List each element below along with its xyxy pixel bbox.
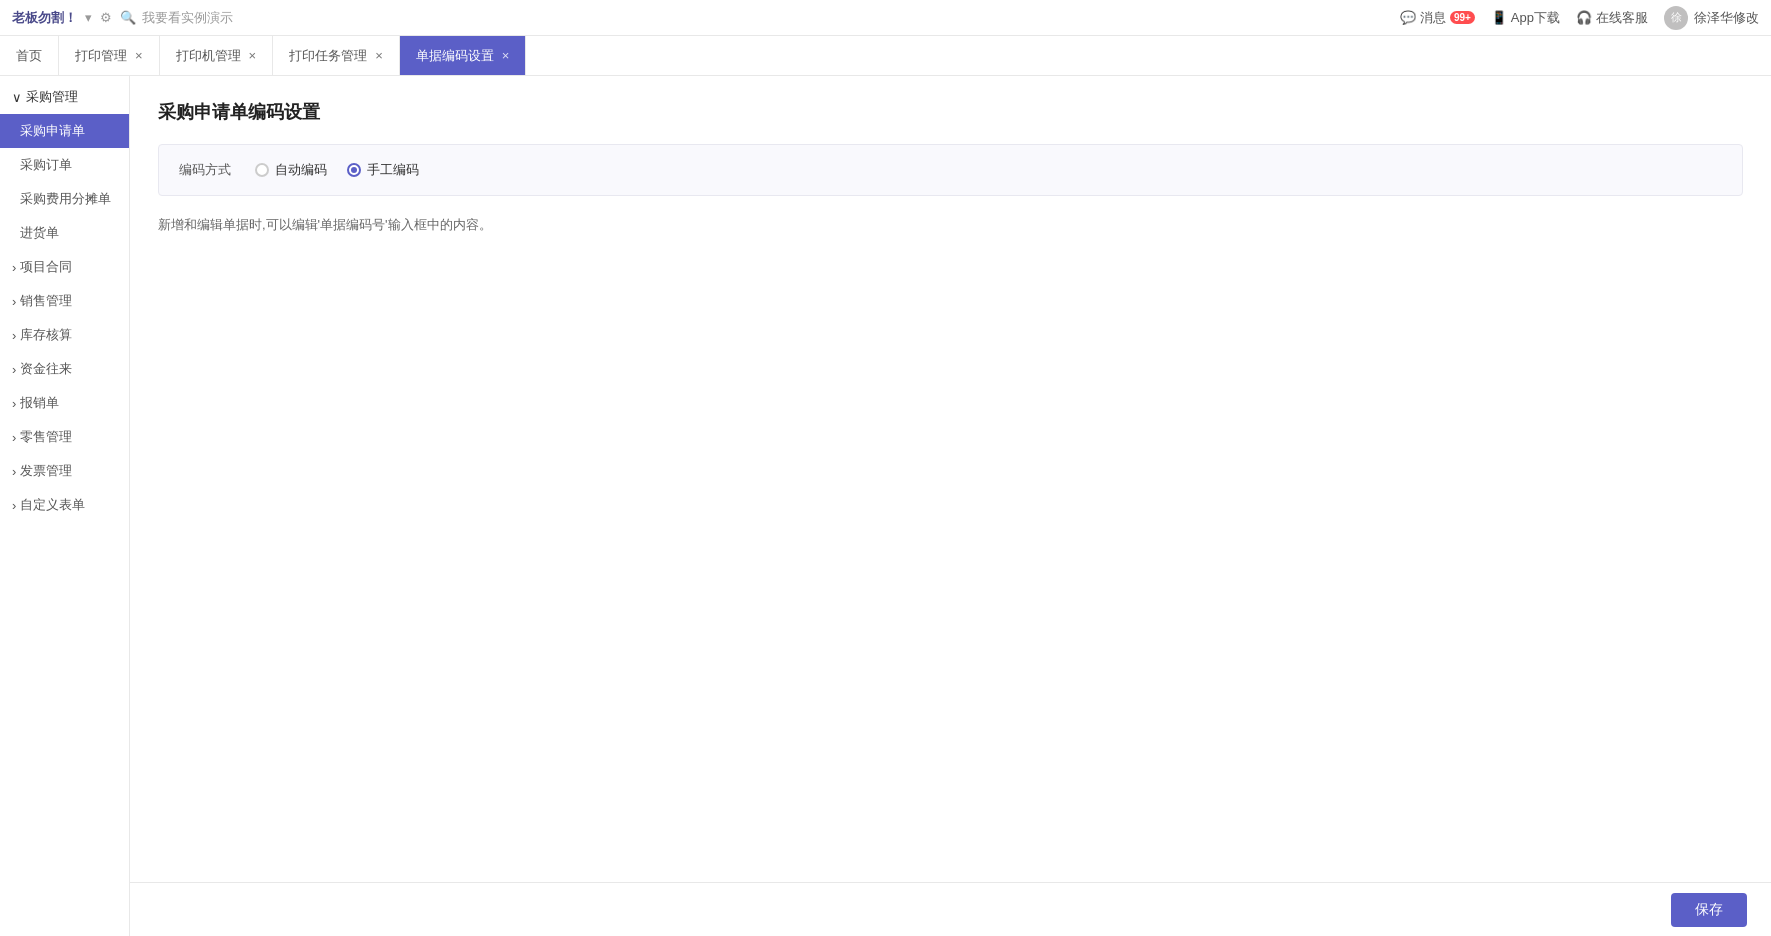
app-download-label: App下载 (1511, 9, 1560, 27)
radio-auto-circle (255, 163, 269, 177)
inventory-chevron-icon: › (12, 328, 16, 343)
tab-print-task-close[interactable]: × (375, 48, 383, 63)
sidebar-item-custom-form[interactable]: › 自定义表单 (0, 488, 129, 522)
encoding-form-section: 编码方式 自动编码 手工编码 (158, 144, 1743, 196)
content-inner: 采购申请单编码设置 编码方式 自动编码 手工编码 新增和编辑单据时,可以编辑'单… (130, 76, 1771, 882)
notification-button[interactable]: 💬 消息 99+ (1400, 9, 1475, 27)
user-info[interactable]: 徐 徐泽华修改 (1664, 6, 1759, 30)
sidebar-item-custom-form-label: 自定义表单 (20, 496, 85, 514)
tab-print-manage[interactable]: 打印管理 × (59, 36, 160, 75)
tab-home[interactable]: 首页 (0, 36, 59, 75)
notification-badge: 99+ (1450, 11, 1475, 24)
retail-chevron-icon: › (12, 430, 16, 445)
sidebar-item-invoice-label: 发票管理 (20, 462, 72, 480)
sidebar-item-inventory[interactable]: › 库存核算 (0, 318, 129, 352)
app-download-button[interactable]: 📱 App下载 (1491, 9, 1560, 27)
tab-barcode-setting-label: 单据编码设置 (416, 47, 494, 65)
search-area[interactable]: 🔍 我要看实例演示 (120, 9, 233, 27)
online-service-button[interactable]: 🎧 在线客服 (1576, 9, 1648, 27)
search-icon: 🔍 (120, 10, 136, 25)
tab-printer-manage-label: 打印机管理 (176, 47, 241, 65)
sidebar-item-purchase-expense-label: 采购费用分摊单 (20, 191, 111, 206)
username: 徐泽华修改 (1694, 9, 1759, 27)
sidebar: ∨ 采购管理 采购申请单 采购订单 采购费用分摊单 进货单 › 项目合同 › 销… (0, 76, 130, 936)
main-layout: ∨ 采购管理 采购申请单 采购订单 采购费用分摊单 进货单 › 项目合同 › 销… (0, 76, 1771, 936)
top-bar: 老板勿割！ ▾ ⚙ 🔍 我要看实例演示 💬 消息 99+ 📱 App下载 🎧 在… (0, 0, 1771, 36)
sidebar-item-retail-label: 零售管理 (20, 428, 72, 446)
sidebar-group-purchase-label: 采购管理 (26, 88, 78, 106)
sidebar-item-inventory-label: 库存核算 (20, 326, 72, 344)
online-service-label: 在线客服 (1596, 9, 1648, 27)
tab-home-label: 首页 (16, 47, 42, 65)
top-bar-right: 💬 消息 99+ 📱 App下载 🎧 在线客服 徐 徐泽华修改 (1400, 6, 1759, 30)
invoice-chevron-icon: › (12, 464, 16, 479)
sidebar-item-purchase-order-label: 采购订单 (20, 157, 72, 172)
sidebar-item-project-contract[interactable]: › 项目合同 (0, 250, 129, 284)
radio-auto-code[interactable]: 自动编码 (255, 161, 327, 179)
tab-barcode-setting[interactable]: 单据编码设置 × (400, 36, 527, 75)
gear-icon[interactable]: ⚙ (100, 10, 112, 25)
sidebar-item-return-label: 报销单 (20, 394, 59, 412)
sidebar-item-project-contract-label: 项目合同 (20, 258, 72, 276)
sidebar-item-stock-in[interactable]: 进货单 (0, 216, 129, 250)
save-button[interactable]: 保存 (1671, 893, 1747, 927)
tab-bar: 首页 打印管理 × 打印机管理 × 打印任务管理 × 单据编码设置 × (0, 36, 1771, 76)
purchase-chevron-icon: ∨ (12, 90, 22, 105)
encoding-label: 编码方式 (179, 161, 231, 179)
radio-manual-label: 手工编码 (367, 161, 419, 179)
sidebar-item-purchase-request[interactable]: 采购申请单 (0, 114, 129, 148)
tab-print-manage-label: 打印管理 (75, 47, 127, 65)
content-footer: 保存 (130, 882, 1771, 936)
avatar: 徐 (1664, 6, 1688, 30)
top-bar-left: 老板勿割！ ▾ ⚙ 🔍 我要看实例演示 (12, 9, 233, 27)
sidebar-item-stock-in-label: 进货单 (20, 225, 59, 240)
sidebar-item-retail[interactable]: › 零售管理 (0, 420, 129, 454)
project-contract-chevron-icon: › (12, 260, 16, 275)
sidebar-item-purchase-order[interactable]: 采购订单 (0, 148, 129, 182)
custom-form-chevron-icon: › (12, 498, 16, 513)
tab-print-task[interactable]: 打印任务管理 × (273, 36, 400, 75)
tab-barcode-setting-close[interactable]: × (502, 48, 510, 63)
content-area: 采购申请单编码设置 编码方式 自动编码 手工编码 新增和编辑单据时,可以编辑'单… (130, 76, 1771, 936)
capital-chevron-icon: › (12, 362, 16, 377)
notification-label: 消息 (1420, 9, 1446, 27)
radio-manual-code[interactable]: 手工编码 (347, 161, 419, 179)
logo-text: 老板勿割！ (12, 9, 77, 27)
headset-icon: 🎧 (1576, 10, 1592, 25)
radio-manual-circle (347, 163, 361, 177)
dropdown-icon[interactable]: ▾ (85, 10, 92, 25)
sidebar-item-invoice[interactable]: › 发票管理 (0, 454, 129, 488)
page-title: 采购申请单编码设置 (158, 100, 1743, 124)
sidebar-group-purchase: ∨ 采购管理 采购申请单 采购订单 采购费用分摊单 进货单 (0, 80, 129, 250)
sidebar-group-purchase-title[interactable]: ∨ 采购管理 (0, 80, 129, 114)
sales-chevron-icon: › (12, 294, 16, 309)
notification-icon: 💬 (1400, 10, 1416, 25)
app-download-icon: 📱 (1491, 10, 1507, 25)
radio-auto-label: 自动编码 (275, 161, 327, 179)
search-text: 我要看实例演示 (142, 9, 233, 27)
tab-printer-manage-close[interactable]: × (249, 48, 257, 63)
return-chevron-icon: › (12, 396, 16, 411)
sidebar-item-return[interactable]: › 报销单 (0, 386, 129, 420)
tab-print-manage-close[interactable]: × (135, 48, 143, 63)
sidebar-item-capital-label: 资金往来 (20, 360, 72, 378)
sidebar-item-sales-label: 销售管理 (20, 292, 72, 310)
sidebar-item-sales[interactable]: › 销售管理 (0, 284, 129, 318)
sidebar-item-purchase-expense[interactable]: 采购费用分摊单 (0, 182, 129, 216)
info-text: 新增和编辑单据时,可以编辑'单据编码号'输入框中的内容。 (158, 216, 1743, 234)
sidebar-item-capital[interactable]: › 资金往来 (0, 352, 129, 386)
radio-group-encoding: 自动编码 手工编码 (255, 161, 419, 179)
sidebar-item-purchase-request-label: 采购申请单 (20, 123, 85, 138)
tab-printer-manage[interactable]: 打印机管理 × (160, 36, 274, 75)
tab-print-task-label: 打印任务管理 (289, 47, 367, 65)
